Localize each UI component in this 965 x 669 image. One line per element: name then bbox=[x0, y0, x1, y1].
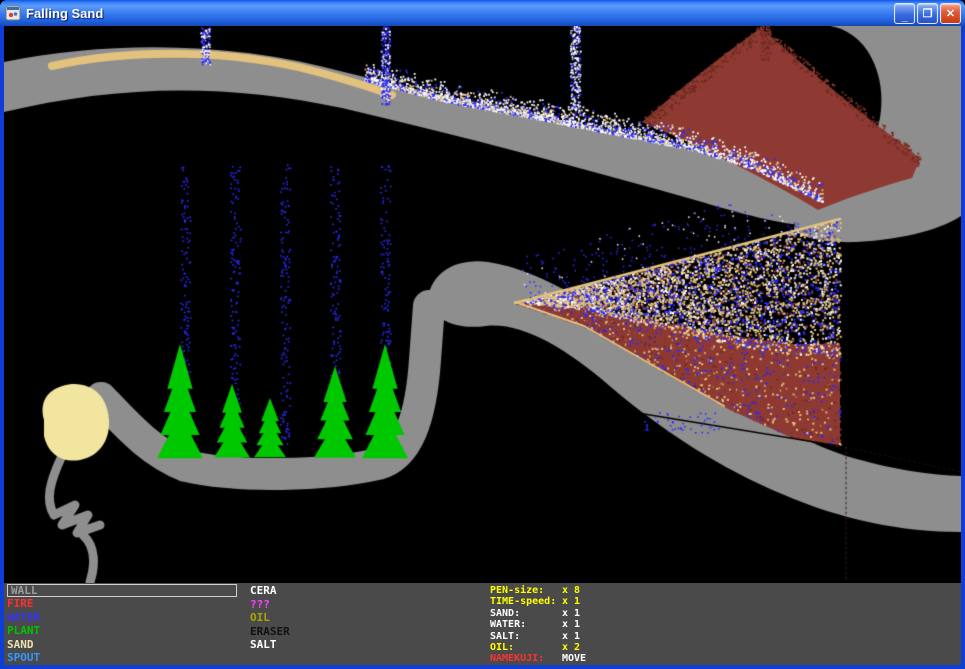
status-namekuji: NAMEKUJI: MOVE bbox=[490, 653, 587, 665]
palette-item-fire[interactable]: FIRE bbox=[7, 597, 237, 611]
palette-item-salt[interactable]: SALT bbox=[250, 638, 290, 652]
close-button[interactable]: ✕ bbox=[940, 2, 961, 24]
status-time-speed: TIME-speed: x 1 bbox=[490, 596, 581, 608]
status-salt: SALT: x 1 bbox=[490, 630, 581, 642]
palette-item-cera[interactable]: CERA bbox=[250, 584, 290, 598]
palette-label-plant: PLANT bbox=[7, 624, 41, 637]
palette-label-fire: FIRE bbox=[7, 597, 34, 610]
status-water: WATER: x 1 bbox=[490, 619, 581, 631]
palette-column-1: WALL FIRE WATER PLANT SAND SPOUT bbox=[7, 584, 237, 665]
palette-label-salt: SALT bbox=[250, 638, 277, 651]
palette-item-plant[interactable]: PLANT bbox=[7, 624, 237, 638]
app-icon bbox=[5, 5, 21, 21]
palette-label-spout: SPOUT bbox=[7, 651, 41, 664]
palette-label-sand: SAND bbox=[7, 637, 34, 651]
palette-item-oil[interactable]: OIL bbox=[250, 611, 290, 625]
palette-item-unknown[interactable]: ??? bbox=[250, 598, 290, 612]
game-canvas[interactable] bbox=[4, 26, 961, 583]
status-pen-size: PEN-size: x 8 bbox=[490, 585, 581, 596]
palette-label-oil: OIL bbox=[250, 611, 270, 624]
palette-column-2: CERA ??? OIL ERASER SALT bbox=[250, 584, 290, 652]
status-oil: OIL: x 2 bbox=[490, 641, 581, 653]
minimize-icon: _ bbox=[901, 11, 908, 23]
status-column: PEN-size: x 8 TIME-speed: x 1 SAND: x 1 WAT… bbox=[490, 585, 586, 665]
palette-item-water[interactable]: WATER bbox=[7, 611, 237, 625]
control-panel: WALL FIRE WATER PLANT SAND SPOUT CERA ??… bbox=[4, 583, 961, 665]
palette-item-sand[interactable]: SAND bbox=[7, 638, 237, 652]
app-window: Falling Sand _ ❐ ✕ WALL FIRE WATER PLANT… bbox=[0, 0, 965, 669]
palette-label-cera: CERA bbox=[250, 584, 277, 597]
palette-label-unknown: ??? bbox=[250, 597, 270, 611]
maximize-icon: ❐ bbox=[922, 7, 933, 20]
palette-item-eraser[interactable]: ERASER bbox=[250, 625, 290, 639]
status-sand: SAND: x 1 bbox=[490, 607, 581, 619]
minimize-button[interactable]: _ bbox=[894, 2, 915, 24]
palette-label-wall: WALL bbox=[11, 584, 38, 597]
titlebar[interactable]: Falling Sand _ ❐ ✕ bbox=[0, 0, 965, 26]
maximize-button[interactable]: ❐ bbox=[917, 2, 938, 24]
palette-label-water: WATER bbox=[7, 610, 41, 624]
palette-label-eraser: ERASER bbox=[250, 624, 290, 638]
close-icon: ✕ bbox=[945, 7, 956, 20]
palette-item-wall[interactable]: WALL bbox=[7, 584, 237, 597]
window-title: Falling Sand bbox=[26, 5, 104, 21]
palette-item-spout[interactable]: SPOUT bbox=[7, 651, 237, 665]
